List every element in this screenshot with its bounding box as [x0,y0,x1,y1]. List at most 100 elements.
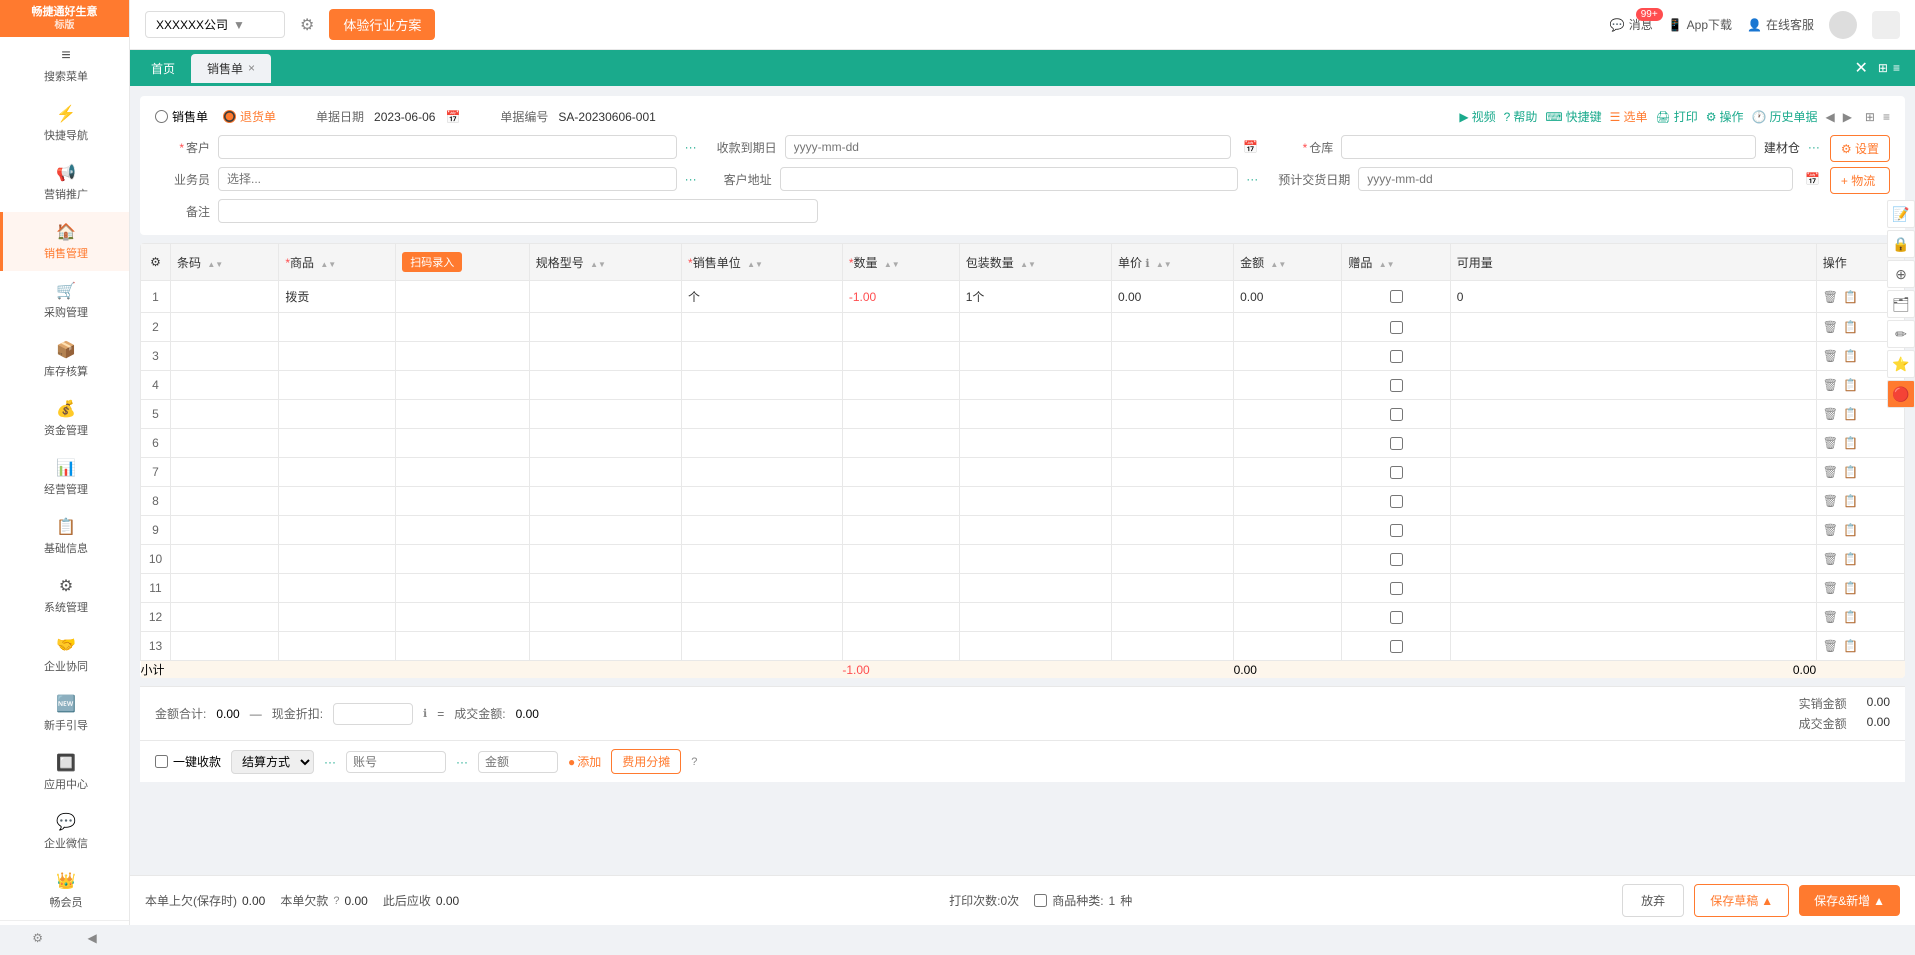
delete-icon[interactable]: 🗑 [1823,552,1838,566]
row-unit-price[interactable] [1111,516,1233,545]
settings-button[interactable]: ⚙ 设置 [1830,135,1890,162]
row-qty[interactable] [842,516,959,545]
row-spec[interactable] [529,458,681,487]
delete-icon[interactable]: 🗑 [1823,378,1838,392]
expected-date-input[interactable] [1358,167,1793,191]
row-spec[interactable] [529,313,681,342]
row-amount[interactable] [1234,371,1342,400]
close-all-tabs-icon[interactable]: ✕ [1855,58,1868,78]
row-amount[interactable] [1234,429,1342,458]
gift-checkbox[interactable] [1390,290,1403,303]
sort-unit-price[interactable]: ▲▼ [1156,260,1172,269]
row-product[interactable]: 拨贡 [279,281,396,313]
row-amount[interactable] [1234,574,1342,603]
gift-checkbox[interactable] [1390,611,1403,624]
sidebar-item-sales[interactable]: 🏠 销售管理 [0,212,129,271]
row-pkg-qty[interactable] [959,574,1111,603]
row-barcode[interactable] [171,574,279,603]
app-download-button[interactable]: 📱 App下载 [1668,16,1732,33]
row-unit-price[interactable] [1111,342,1233,371]
row-qty[interactable] [842,342,959,371]
scan-barcode-button[interactable]: 扫码录入 [402,252,462,272]
row-barcode[interactable] [171,429,279,458]
radio-sale-input[interactable] [155,110,168,123]
row-unit-price[interactable] [1111,458,1233,487]
row-unit[interactable] [682,342,843,371]
customer-input[interactable] [218,135,677,159]
save-new-button[interactable]: 保存&新增 ▲ [1799,885,1900,916]
discard-button[interactable]: 放弃 [1622,884,1684,917]
row-unit[interactable]: 个 [682,281,843,313]
row-gift[interactable] [1342,458,1450,487]
row-unit-price[interactable]: 0.00 [1111,281,1233,313]
row-spec[interactable] [529,342,681,371]
logistics-button[interactable]: + 物流 [1830,167,1890,194]
copy-icon[interactable]: 📋 [1843,552,1858,566]
copy-icon[interactable]: 📋 [1843,465,1858,479]
row-unit[interactable] [682,603,843,632]
account-dots[interactable]: ··· [456,755,468,769]
sidebar-item-system[interactable]: ⚙ 系统管理 [0,566,129,625]
delete-icon[interactable]: 🗑 [1823,494,1838,508]
row-gift[interactable] [1342,487,1450,516]
row-amount[interactable] [1234,545,1342,574]
row-unit-price[interactable] [1111,371,1233,400]
expense-button[interactable]: 费用分摊 [611,749,681,774]
save-draft-button[interactable]: 保存草稿 ▲ [1694,884,1789,917]
history-link[interactable]: 🕐 历史单据 [1751,108,1817,125]
row-product[interactable] [279,342,396,371]
row-gift[interactable] [1342,281,1450,313]
row-barcode[interactable] [171,313,279,342]
payment-method-select[interactable]: 结算方式 [231,750,314,774]
delete-icon[interactable]: 🗑 [1823,523,1838,537]
row-unit[interactable] [682,632,843,661]
customer-dots[interactable]: ··· [685,140,697,154]
row-amount[interactable] [1234,632,1342,661]
row-barcode[interactable] [171,458,279,487]
row-unit[interactable] [682,458,843,487]
row-spec[interactable] [529,400,681,429]
row-pkg-qty[interactable] [959,342,1111,371]
row-product[interactable] [279,632,396,661]
sidebar-item-member[interactable]: 👑 畅会员 [0,861,129,920]
row-amount[interactable] [1234,603,1342,632]
sidebar-item-collab[interactable]: 🤝 企业协同 [0,625,129,684]
row-qty[interactable] [842,487,959,516]
one-click-pay-checkbox[interactable]: 一键收款 [155,753,221,770]
tab-home[interactable]: 首页 [135,54,191,83]
row-unit[interactable] [682,313,843,342]
product-types-checkbox[interactable] [1034,894,1047,907]
gift-checkbox[interactable] [1390,582,1403,595]
copy-icon[interactable]: 📋 [1843,320,1858,334]
select-link[interactable]: ☰ 选单 [1610,108,1648,125]
row-qty[interactable] [842,429,959,458]
sort-amount[interactable]: ▲▼ [1270,260,1286,269]
warehouse-input[interactable] [1341,135,1756,159]
row-spec[interactable] [529,371,681,400]
payment-amount-input[interactable] [478,751,558,773]
row-amount[interactable]: 0.00 [1234,281,1342,313]
nav-prev-icon[interactable]: ◀ [1825,110,1834,124]
tab-grid-view-icon[interactable]: ⊞ [1878,61,1888,75]
row-qty[interactable] [842,632,959,661]
sidebar-item-marketing[interactable]: 📢 营销推广 [0,153,129,212]
view-list-icon[interactable]: ≡ [1883,110,1890,124]
row-amount[interactable] [1234,458,1342,487]
delete-icon[interactable]: 🗑 [1823,465,1838,479]
settings-icon[interactable]: ⚙ [32,931,43,945]
float-btn-2[interactable]: 🔒 [1887,230,1915,258]
row-unit-price[interactable] [1111,313,1233,342]
add-payment-button[interactable]: ● 添加 [568,753,601,770]
tab-close-icon[interactable]: × [248,61,255,75]
row-pkg-qty[interactable]: 1个 [959,281,1111,313]
float-btn-6[interactable]: ⭐ [1887,350,1915,378]
one-click-checkbox[interactable] [155,755,168,768]
row-spec[interactable] [529,632,681,661]
row-gift[interactable] [1342,429,1450,458]
receivable-date-input[interactable] [785,135,1232,159]
sort-spec[interactable]: ▲▼ [590,260,606,269]
float-btn-4[interactable]: 🗂 [1887,290,1915,318]
gift-checkbox[interactable] [1390,524,1403,537]
float-btn-1[interactable]: 📝 [1887,200,1915,228]
tab-list-view-icon[interactable]: ≡ [1893,61,1900,75]
